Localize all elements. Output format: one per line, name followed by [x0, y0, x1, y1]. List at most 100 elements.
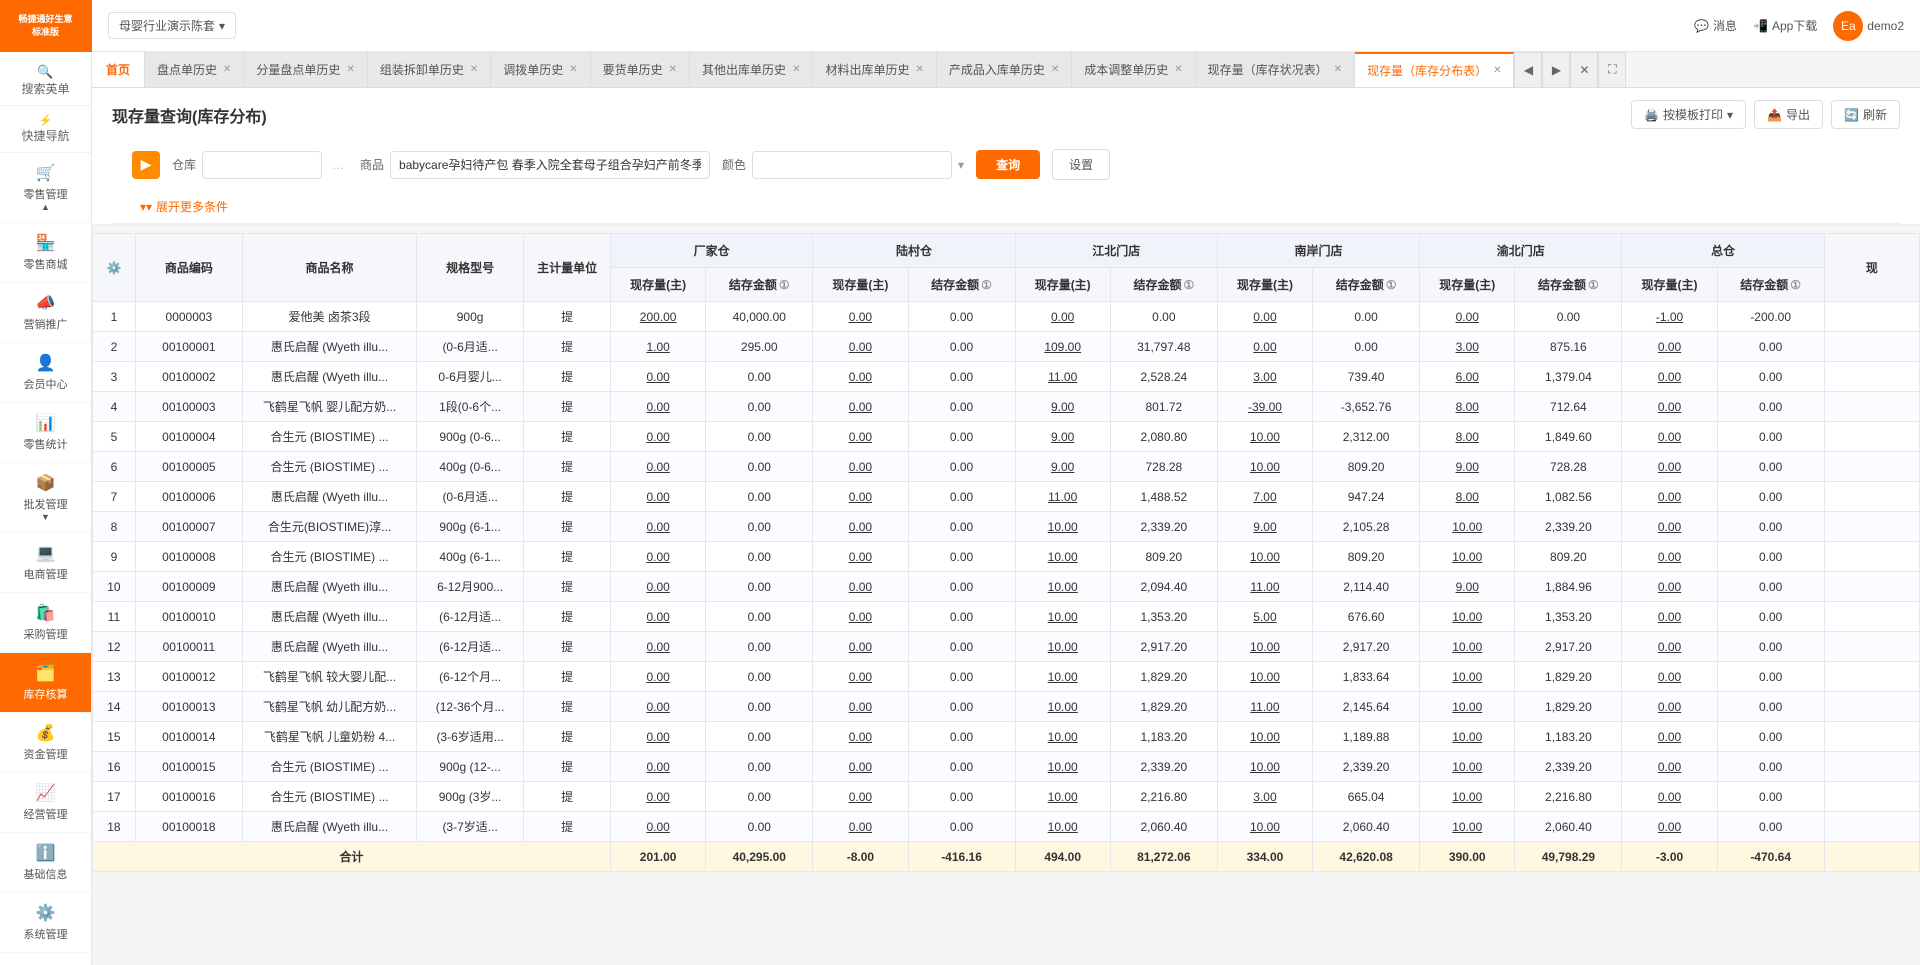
table-cell[interactable]: 0.00 — [611, 542, 706, 572]
table-cell[interactable]: 9.00 — [1420, 452, 1515, 482]
table-cell[interactable]: 10.00 — [1015, 542, 1110, 572]
tab-stock-status[interactable]: 现存量（库存状况表） ✕ — [1196, 52, 1355, 88]
table-cell[interactable]: 10.00 — [1420, 722, 1515, 752]
table-cell[interactable]: 10.00 — [1420, 812, 1515, 842]
table-cell[interactable]: 0.00 — [611, 362, 706, 392]
table-cell[interactable]: 11.00 — [1015, 482, 1110, 512]
table-cell[interactable]: 10.00 — [1217, 542, 1312, 572]
table-cell[interactable]: 7.00 — [1217, 482, 1312, 512]
table-cell[interactable]: 10.00 — [1015, 782, 1110, 812]
table-cell[interactable]: 0.00 — [813, 572, 908, 602]
tab-finished-in[interactable]: 产成品入库单历史 ✕ — [937, 52, 1072, 88]
table-cell[interactable]: 1.00 — [611, 332, 706, 362]
tab-stock-dist-close[interactable]: ✕ — [1493, 65, 1501, 76]
table-cell[interactable]: 0.00 — [1622, 602, 1717, 632]
table-cell[interactable]: 10.00 — [1015, 662, 1110, 692]
table-cell[interactable]: 11.00 — [1217, 572, 1312, 602]
table-cell[interactable]: 10.00 — [1217, 662, 1312, 692]
table-cell[interactable]: 10.00 — [1015, 722, 1110, 752]
tab-other-out-close[interactable]: ✕ — [792, 64, 800, 75]
table-cell[interactable]: 0.00 — [813, 512, 908, 542]
sidebar-quick-nav[interactable]: ⚡ 快捷导航 — [0, 106, 91, 153]
sidebar-item-system[interactable]: ⚙️ 系统管理 — [0, 893, 91, 953]
table-cell[interactable]: 0.00 — [1622, 752, 1717, 782]
table-cell[interactable]: 10.00 — [1217, 812, 1312, 842]
warehouse-dots[interactable]: … — [328, 158, 348, 172]
tab-finished-in-close[interactable]: ✕ — [1051, 64, 1059, 75]
table-cell[interactable]: 0.00 — [813, 812, 908, 842]
tab-sub-inventory-close[interactable]: ✕ — [346, 64, 354, 75]
table-cell[interactable]: -39.00 — [1217, 392, 1312, 422]
table-cell[interactable]: 0.00 — [611, 722, 706, 752]
table-cell[interactable]: 10.00 — [1015, 812, 1110, 842]
btn-settings[interactable]: 设置 — [1052, 149, 1110, 180]
table-cell[interactable]: 10.00 — [1420, 782, 1515, 812]
tab-cost-adjust-close[interactable]: ✕ — [1174, 64, 1182, 75]
table-container[interactable]: ⚙️ 商品编码 商品名称 规格型号 主计量单位 厂家仓 陆村仓 江北门店 南岸门… — [92, 233, 1920, 965]
table-cell[interactable]: 8.00 — [1420, 392, 1515, 422]
table-cell[interactable]: 11.00 — [1217, 692, 1312, 722]
table-cell[interactable]: 10.00 — [1015, 632, 1110, 662]
table-cell[interactable]: 0.00 — [813, 452, 908, 482]
table-cell[interactable]: 10.00 — [1015, 572, 1110, 602]
table-cell[interactable]: 0.00 — [611, 782, 706, 812]
table-cell[interactable]: 0.00 — [1622, 422, 1717, 452]
tab-cost-adjust[interactable]: 成本调整单历史 ✕ — [1072, 52, 1195, 88]
sidebar-item-basic[interactable]: ℹ️ 基础信息 — [0, 833, 91, 893]
table-cell[interactable]: 0.00 — [813, 542, 908, 572]
sidebar-item-retail-stats[interactable]: 📊 零售统计 — [0, 403, 91, 463]
btn-print[interactable]: 🖨️ 按模板打印 ▾ — [1631, 100, 1746, 129]
sidebar-item-retail-mgmt[interactable]: 🛒 零售管理 ▲ — [0, 153, 91, 223]
tab-combo-disassembly[interactable]: 组装拆卸单历史 ✕ — [368, 52, 491, 88]
table-cell[interactable]: 0.00 — [813, 332, 908, 362]
btn-more-conditions[interactable]: ▾▾ 展开更多条件 — [132, 194, 236, 219]
tab-stock-status-close[interactable]: ✕ — [1334, 64, 1342, 75]
sidebar-item-inventory[interactable]: 🗂️ 库存核算 — [0, 653, 91, 713]
table-cell[interactable]: 0.00 — [813, 662, 908, 692]
table-cell[interactable]: 0.00 — [611, 632, 706, 662]
sidebar-item-member[interactable]: 👤 会员中心 — [0, 343, 91, 403]
tab-demand-close[interactable]: ✕ — [669, 64, 677, 75]
table-cell[interactable]: 0.00 — [611, 512, 706, 542]
tab-close-all-btn[interactable]: ✕ — [1570, 52, 1598, 88]
sidebar-item-ecommerce[interactable]: 💻 电商管理 — [0, 533, 91, 593]
table-cell[interactable]: 10.00 — [1420, 752, 1515, 782]
table-cell[interactable]: 9.00 — [1015, 392, 1110, 422]
org-selector[interactable]: 母婴行业演示陈套 ▾ — [108, 12, 236, 39]
table-cell[interactable]: 0.00 — [1622, 362, 1717, 392]
table-cell[interactable]: 0.00 — [611, 572, 706, 602]
tab-other-out[interactable]: 其他出库单历史 ✕ — [690, 52, 813, 88]
sidebar-search[interactable]: 🔍 搜索英单 — [0, 52, 91, 106]
table-cell[interactable]: 0.00 — [1622, 452, 1717, 482]
table-cell[interactable]: 0.00 — [1622, 782, 1717, 812]
table-cell[interactable]: 0.00 — [813, 782, 908, 812]
table-cell[interactable]: 8.00 — [1420, 482, 1515, 512]
table-cell[interactable]: 10.00 — [1015, 692, 1110, 722]
table-cell[interactable]: 0.00 — [1622, 482, 1717, 512]
table-cell[interactable]: 10.00 — [1420, 602, 1515, 632]
table-cell[interactable]: 0.00 — [813, 482, 908, 512]
sidebar-item-enterprise[interactable]: 🤝 企业协同 — [0, 953, 91, 965]
table-cell[interactable]: 0.00 — [1622, 332, 1717, 362]
table-cell[interactable]: 10.00 — [1420, 632, 1515, 662]
table-cell[interactable]: 10.00 — [1420, 542, 1515, 572]
table-cell[interactable]: 0.00 — [813, 392, 908, 422]
table-cell[interactable]: 0.00 — [611, 812, 706, 842]
table-cell[interactable]: 0.00 — [813, 722, 908, 752]
table-cell[interactable]: 0.00 — [611, 752, 706, 782]
tab-expand-btn[interactable]: ⛶ — [1598, 52, 1626, 88]
tab-inventory-check[interactable]: 盘点单历史 ✕ — [145, 52, 244, 88]
table-cell[interactable]: 0.00 — [1420, 302, 1515, 332]
tab-inventory-check-close[interactable]: ✕ — [223, 64, 231, 75]
table-cell[interactable]: 5.00 — [1217, 602, 1312, 632]
warehouse-input[interactable] — [202, 151, 322, 179]
table-cell[interactable]: 10.00 — [1217, 422, 1312, 452]
gear-icon[interactable]: ⚙️ — [106, 261, 121, 275]
table-cell[interactable]: 0.00 — [813, 302, 908, 332]
table-cell[interactable]: 0.00 — [813, 632, 908, 662]
table-cell[interactable]: 0.00 — [611, 662, 706, 692]
color-input[interactable] — [752, 151, 952, 179]
table-cell[interactable]: 0.00 — [813, 422, 908, 452]
table-cell[interactable]: 8.00 — [1420, 422, 1515, 452]
table-cell[interactable]: 0.00 — [1217, 332, 1312, 362]
